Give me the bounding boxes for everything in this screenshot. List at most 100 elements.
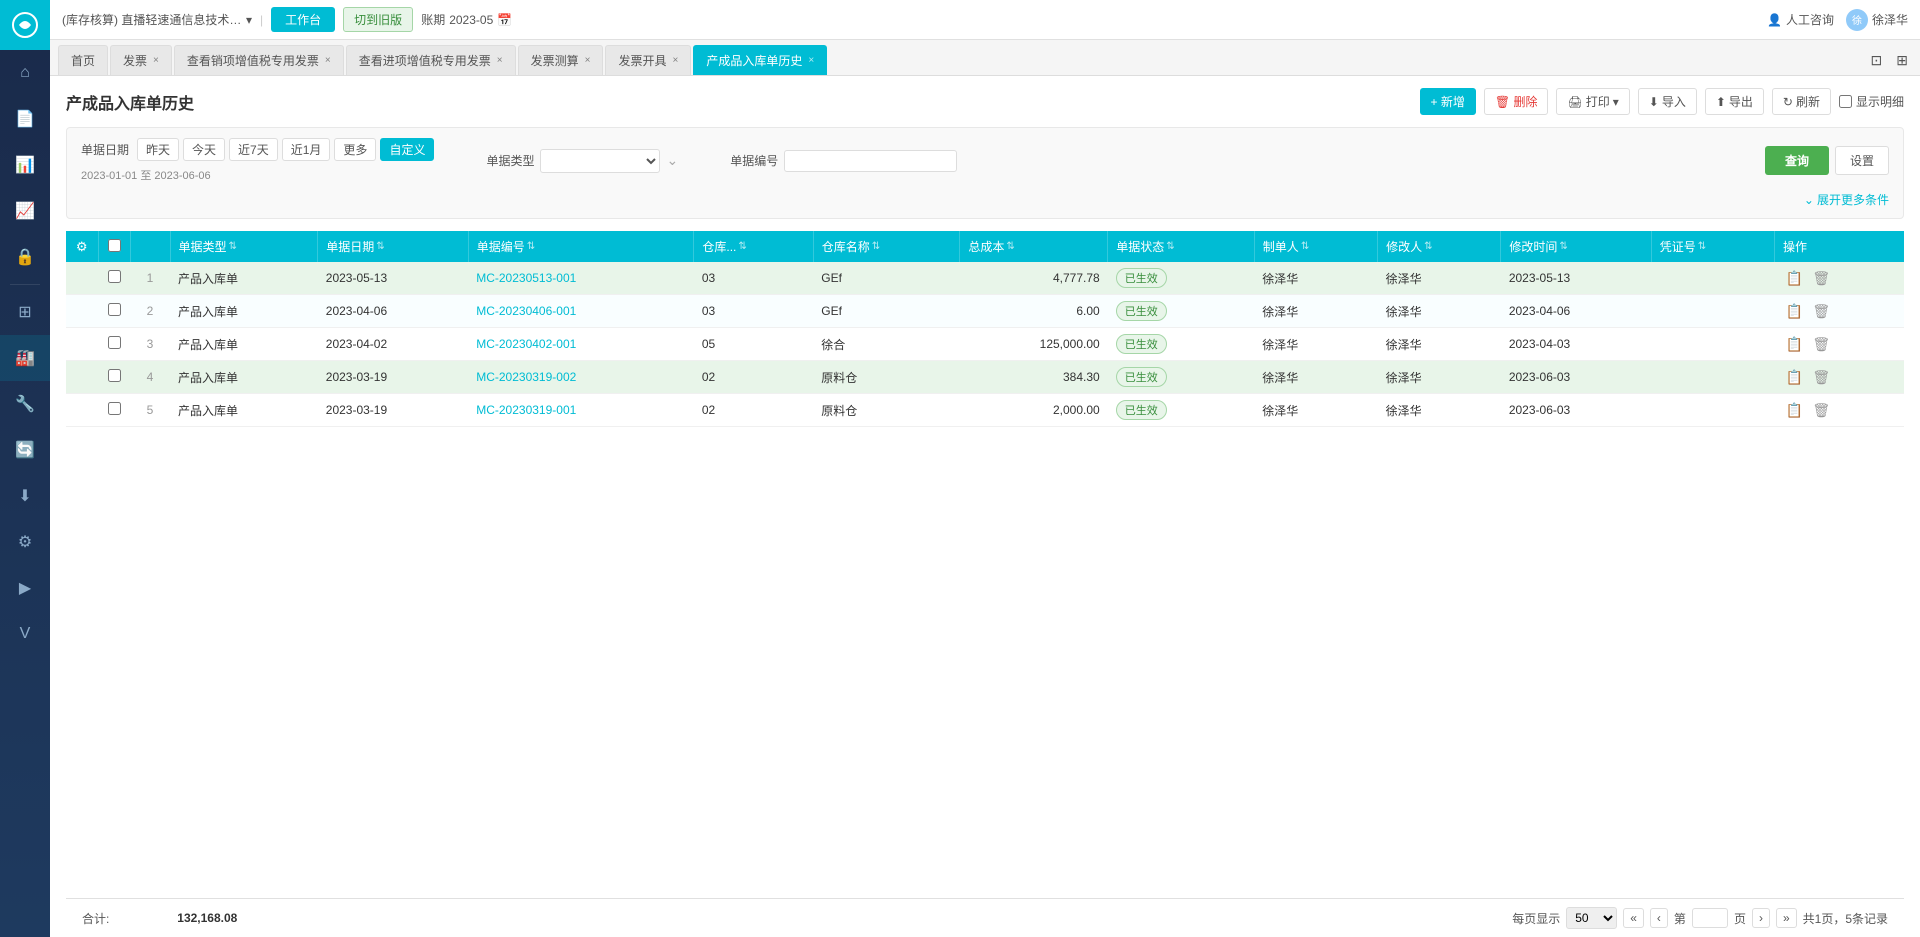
tab-close-3[interactable]: ×: [497, 55, 503, 66]
tools-icon[interactable]: 🔧: [0, 381, 50, 427]
th-modify-time[interactable]: 修改时间⇅: [1501, 231, 1651, 262]
row-checkbox-4[interactable]: [98, 394, 130, 427]
tab-0[interactable]: 首页: [58, 45, 108, 75]
tab-2[interactable]: 查看销项增值税专用发票×: [174, 45, 344, 75]
th-number[interactable]: 单据编号⇅: [468, 231, 694, 262]
company-selector[interactable]: (库存核算) 直播轻速通信息技术股份... ▾: [62, 11, 252, 28]
delete-button[interactable]: 🗑 删除: [1484, 88, 1549, 115]
display-toggle-checkbox[interactable]: [1839, 95, 1852, 108]
add-button[interactable]: + 新增: [1420, 88, 1476, 115]
prev-page-button[interactable]: ‹: [1650, 908, 1668, 928]
row-number-0[interactable]: MC-20230513-001: [468, 262, 694, 295]
play-icon[interactable]: ▶: [0, 565, 50, 611]
filter-1month-btn[interactable]: 近1月: [282, 138, 331, 161]
tab-3[interactable]: 查看进项增值税专用发票×: [346, 45, 516, 75]
filter-settings-button[interactable]: 设置: [1835, 146, 1889, 175]
analytics-icon[interactable]: 📈: [0, 188, 50, 234]
row-delete-btn-2[interactable]: 🗑: [1809, 336, 1833, 353]
current-page-input[interactable]: 1: [1692, 908, 1728, 928]
top-bar: (库存核算) 直播轻速通信息技术股份... ▾ | 工作台 切到旧版 账期 20…: [50, 0, 1920, 40]
row-number-1[interactable]: MC-20230406-001: [468, 295, 694, 328]
query-button[interactable]: 查询: [1765, 146, 1829, 175]
th-status[interactable]: 单据状态⇅: [1108, 231, 1255, 262]
filter-custom-btn[interactable]: 自定义: [380, 138, 434, 161]
help-button[interactable]: 👤 人工咨询: [1767, 11, 1834, 28]
row-delete-btn-0[interactable]: 🗑: [1809, 270, 1833, 287]
row-delete-btn-3[interactable]: 🗑: [1809, 369, 1833, 386]
display-toggle[interactable]: 显示明细: [1839, 93, 1904, 110]
tab-1[interactable]: 发票×: [110, 45, 172, 75]
th-total-cost[interactable]: 总成本⇅: [960, 231, 1108, 262]
th-voucher[interactable]: 凭证号⇅: [1651, 231, 1774, 262]
row-edit-btn-3[interactable]: 📋: [1783, 369, 1806, 386]
row-edit-btn-0[interactable]: 📋: [1783, 270, 1806, 287]
row-edit-btn-1[interactable]: 📋: [1783, 303, 1806, 320]
row-settings-4[interactable]: [66, 394, 98, 427]
download-icon[interactable]: ⬇: [0, 473, 50, 519]
expand-filter-button[interactable]: ⌄ 展开更多条件: [1804, 191, 1889, 208]
tab-close-5[interactable]: ×: [672, 55, 678, 66]
th-warehouse-name[interactable]: 仓库名称⇅: [813, 231, 960, 262]
filter-yesterday-btn[interactable]: 昨天: [137, 138, 179, 161]
row-checkbox-0[interactable]: [98, 262, 130, 295]
row-checkbox-3[interactable]: [98, 361, 130, 394]
filter-7days-btn[interactable]: 近7天: [229, 138, 278, 161]
tab-5[interactable]: 发票开具×: [605, 45, 691, 75]
row-edit-btn-4[interactable]: 📋: [1783, 402, 1806, 419]
grid-icon[interactable]: ⊞: [0, 289, 50, 335]
per-page-select[interactable]: 10 20 50 100: [1566, 907, 1617, 929]
filter-today-btn[interactable]: 今天: [183, 138, 225, 161]
th-settings[interactable]: ⚙: [66, 231, 98, 262]
first-page-button[interactable]: «: [1623, 908, 1644, 928]
row-settings-2[interactable]: [66, 328, 98, 361]
th-warehouse-code[interactable]: 仓库...⇅: [694, 231, 813, 262]
tab-restore-button[interactable]: ⊡: [1867, 50, 1887, 71]
th-date[interactable]: 单据日期⇅: [318, 231, 468, 262]
row-number-3[interactable]: MC-20230319-002: [468, 361, 694, 394]
th-type[interactable]: 单据类型⇅: [170, 231, 318, 262]
row-number-2[interactable]: MC-20230402-001: [468, 328, 694, 361]
tab-close-6[interactable]: ×: [808, 55, 814, 66]
filter-more-btn[interactable]: 更多: [334, 138, 376, 161]
row-checkbox-1[interactable]: [98, 295, 130, 328]
refresh-button[interactable]: ↻ 刷新: [1772, 88, 1831, 115]
old-version-button[interactable]: 切到旧版: [343, 7, 413, 32]
workbench-button[interactable]: 工作台: [271, 7, 335, 32]
row-delete-btn-1[interactable]: 🗑: [1809, 303, 1833, 320]
tab-6[interactable]: 产成品入库单历史×: [693, 45, 827, 75]
print-button[interactable]: 🖨 🖨 打印 打印 ▾: [1556, 88, 1629, 115]
filter-number-input[interactable]: [784, 150, 957, 172]
select-all-checkbox[interactable]: [108, 239, 121, 252]
user-name: 徐泽华: [1872, 11, 1908, 28]
user-menu[interactable]: 徐 徐泽华: [1846, 9, 1908, 31]
last-page-button[interactable]: »: [1776, 908, 1797, 928]
row-edit-btn-2[interactable]: 📋: [1783, 336, 1806, 353]
th-modifier[interactable]: 修改人⇅: [1378, 231, 1501, 262]
document-icon[interactable]: 📄: [0, 96, 50, 142]
import-button[interactable]: ⬇ 导入: [1638, 88, 1697, 115]
row-delete-btn-4[interactable]: 🗑: [1809, 402, 1833, 419]
tab-close-2[interactable]: ×: [325, 55, 331, 66]
filter-type-select[interactable]: [540, 149, 660, 173]
row-checkbox-2[interactable]: [98, 328, 130, 361]
row-settings-0[interactable]: [66, 262, 98, 295]
row-settings-3[interactable]: [66, 361, 98, 394]
chart-icon[interactable]: 📊: [0, 142, 50, 188]
version-icon[interactable]: V: [0, 611, 50, 657]
warehouse-icon[interactable]: 🏭: [0, 335, 50, 381]
next-page-button[interactable]: ›: [1752, 908, 1770, 928]
row-settings-1[interactable]: [66, 295, 98, 328]
tab-close-1[interactable]: ×: [153, 55, 159, 66]
tab-4[interactable]: 发票测算×: [518, 45, 604, 75]
tab-close-4[interactable]: ×: [585, 55, 591, 66]
home-icon[interactable]: ⌂: [0, 50, 50, 96]
lock-icon[interactable]: 🔒: [0, 234, 50, 280]
cycle-icon[interactable]: 🔄: [0, 427, 50, 473]
th-checkbox[interactable]: [98, 231, 130, 262]
export-button[interactable]: ⬆ 导出: [1705, 88, 1764, 115]
tab-maximize-button[interactable]: ⊞: [1892, 50, 1912, 71]
settings-icon[interactable]: ⚙: [0, 519, 50, 565]
period-calendar-icon[interactable]: 📅: [497, 13, 512, 27]
th-creator[interactable]: 制单人⇅: [1254, 231, 1377, 262]
row-number-4[interactable]: MC-20230319-001: [468, 394, 694, 427]
